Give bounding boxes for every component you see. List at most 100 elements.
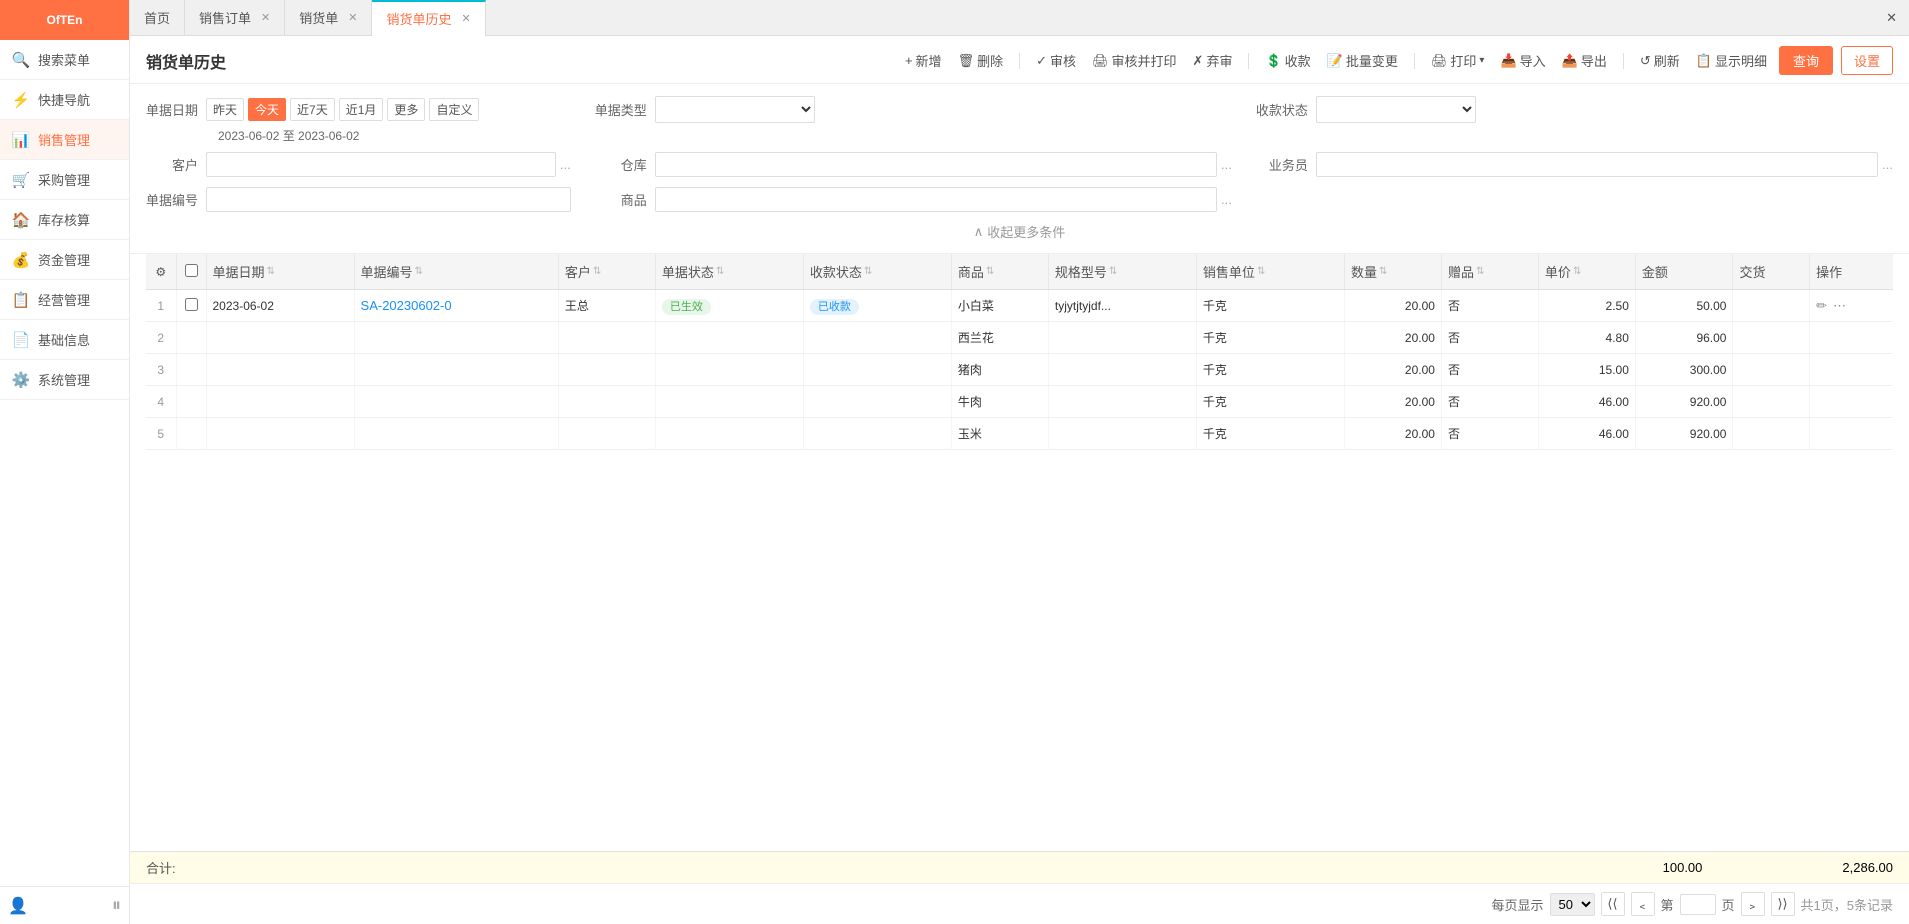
batch-change-button[interactable]: 📝 批量变更 [1323,48,1402,73]
doc-type-select[interactable] [655,96,815,123]
col-doc-status-sort[interactable]: ⇅ [716,266,724,277]
sidebar-item-purchase-mgmt[interactable]: 🛒 采购管理 [0,160,129,200]
col-payment-status[interactable]: 收款状态 ⇅ [803,254,951,290]
col-gift-sort[interactable]: ⇅ [1476,266,1484,277]
tab-sales-goods[interactable]: 销货单 ✕ [285,0,372,36]
warehouse-input[interactable] [655,152,1217,177]
cell-gift-2: 否 [1441,354,1538,386]
col-customer[interactable]: 客户 ⇅ [558,254,655,290]
col-doc-status[interactable]: 单据状态 ⇅ [655,254,803,290]
cell-spec-4 [1048,418,1196,450]
first-page-button[interactable]: ⟨⟨ [1601,892,1625,916]
row-checkbox[interactable] [185,298,198,311]
date-btn-today[interactable]: 今天 [248,98,286,121]
settings-button[interactable]: 设置 [1841,46,1893,75]
last-page-button[interactable]: ⟩⟩ [1771,892,1795,916]
goods-input[interactable] [655,187,1217,212]
date-btn-custom[interactable]: 自定义 [429,98,479,121]
more-icon-0[interactable]: ⋯ [1833,298,1846,314]
col-unit-price-sort[interactable]: ⇅ [1573,266,1581,277]
staff-dots[interactable]: ... [1882,157,1893,172]
sidebar-item-stock-calc[interactable]: 🏠 库存核算 [0,200,129,240]
staff-input[interactable] [1316,152,1878,177]
tab-sales-history-close[interactable]: ✕ [462,12,471,25]
goods-dots[interactable]: ... [1221,192,1232,207]
sidebar-item-basic-info[interactable]: 📄 基础信息 [0,320,129,360]
search-menu-icon: 🔍 [12,51,30,69]
date-btn-7days[interactable]: 近7天 [290,98,335,121]
date-range-display: 2023-06-02 至 2023-06-02 [218,129,359,143]
per-page-select[interactable]: 50 [1550,893,1595,916]
col-deal-label: 交货 [1739,265,1765,280]
col-unit-price[interactable]: 单价 ⇅ [1538,254,1635,290]
staff-label: 业务员 [1256,155,1316,174]
col-goods-sort[interactable]: ⇅ [986,266,994,277]
audit-print-button[interactable]: 🖨 审核并打印 [1088,48,1181,73]
delete-button[interactable]: 🗑 删除 [954,48,1008,73]
col-goods[interactable]: 商品 ⇅ [951,254,1048,290]
docno-input[interactable] [206,187,571,212]
col-config[interactable]: ⚙ [146,254,176,290]
cell-customer-3 [558,386,655,418]
sidebar-item-ops-mgmt[interactable]: 📋 经营管理 [0,280,129,320]
tab-sales-history[interactable]: 销货单历史 ✕ [372,0,485,36]
customer-dots[interactable]: ... [560,157,571,172]
page-number-input[interactable]: 1 [1680,894,1716,915]
customer-input[interactable] [206,152,556,177]
filter-row-3: 单据编号 商品 ... [146,187,1893,212]
collapse-button[interactable]: ∧ 收起更多条件 [146,222,1893,241]
col-unit-sort[interactable]: ⇅ [1257,266,1265,277]
add-button[interactable]: + 新增 [901,48,946,73]
select-all-checkbox[interactable] [185,264,198,277]
sidebar-collapse-icon[interactable]: ⏸ [112,895,121,916]
prev-page-button[interactable]: ﹤ [1631,892,1655,916]
col-spec[interactable]: 规格型号 ⇅ [1048,254,1196,290]
cell-qty-3: 20.00 [1344,386,1441,418]
col-doc-date-sort[interactable]: ⇅ [267,266,275,277]
edit-icon-0[interactable]: ✏ [1816,298,1827,314]
col-doc-no[interactable]: 单据编号 ⇅ [354,254,558,290]
tab-sales-order-close[interactable]: ✕ [261,11,270,24]
refresh-button[interactable]: ↺ 刷新 [1636,48,1684,73]
sidebar-item-quick-nav[interactable]: ⚡ 快捷导航 [0,80,129,120]
cell-customer-1 [558,322,655,354]
page-title: 销货单历史 [146,49,226,73]
col-qty-sort[interactable]: ⇅ [1379,266,1387,277]
col-spec-sort[interactable]: ⇅ [1109,266,1117,277]
cell-doc-status-4 [655,418,803,450]
col-customer-sort[interactable]: ⇅ [593,266,601,277]
collect-button[interactable]: 💲 收款 [1261,48,1314,73]
sys-mgmt-icon: ⚙️ [12,371,30,389]
tab-bar: 首页 销售订单 ✕ 销货单 ✕ 销货单历史 ✕ ✕ [130,0,1909,36]
export-button[interactable]: 📤 导出 [1558,48,1611,73]
show-detail-button[interactable]: 📋 显示明细 [1692,48,1771,73]
tab-sales-goods-label: 销货单 [299,8,338,27]
sidebar-item-search-menu[interactable]: 🔍 搜索菜单 [0,40,129,80]
query-button[interactable]: 查询 [1779,46,1833,75]
col-payment-status-sort[interactable]: ⇅ [864,266,872,277]
col-unit-price-label: 单价 [1545,262,1571,281]
col-qty[interactable]: 数量 ⇅ [1344,254,1441,290]
print-button[interactable]: 🖨 打印 ▾ [1427,48,1489,73]
date-btn-more[interactable]: 更多 [387,98,425,121]
col-unit[interactable]: 销售单位 ⇅ [1196,254,1344,290]
tab-sales-goods-close[interactable]: ✕ [348,11,357,24]
sidebar-item-finance-mgmt[interactable]: 💰 资金管理 [0,240,129,280]
sidebar-item-sys-mgmt[interactable]: ⚙️ 系统管理 [0,360,129,400]
sidebar-item-sales-mgmt[interactable]: 📊 销售管理 [0,120,129,160]
date-btn-1month[interactable]: 近1月 [339,98,384,121]
warehouse-dots[interactable]: ... [1221,157,1232,172]
col-doc-no-sort[interactable]: ⇅ [415,266,423,277]
audit-button[interactable]: ✓ 审核 [1032,48,1080,73]
tab-close-all[interactable]: ✕ [1874,10,1909,26]
tab-sales-order[interactable]: 销售订单 ✕ [185,0,285,36]
col-doc-date[interactable]: 单据日期 ⇅ [206,254,354,290]
import-button[interactable]: 📥 导入 [1496,48,1549,73]
payment-status-select[interactable] [1316,96,1476,123]
doc-no-link-0[interactable]: SA-20230602-0 [361,298,452,313]
tab-home[interactable]: 首页 [130,0,185,36]
abandon-button[interactable]: ✗ 弃审 [1189,48,1237,73]
date-btn-yesterday[interactable]: 昨天 [206,98,244,121]
next-page-button[interactable]: ﹥ [1741,892,1765,916]
col-gift[interactable]: 赠品 ⇅ [1441,254,1538,290]
